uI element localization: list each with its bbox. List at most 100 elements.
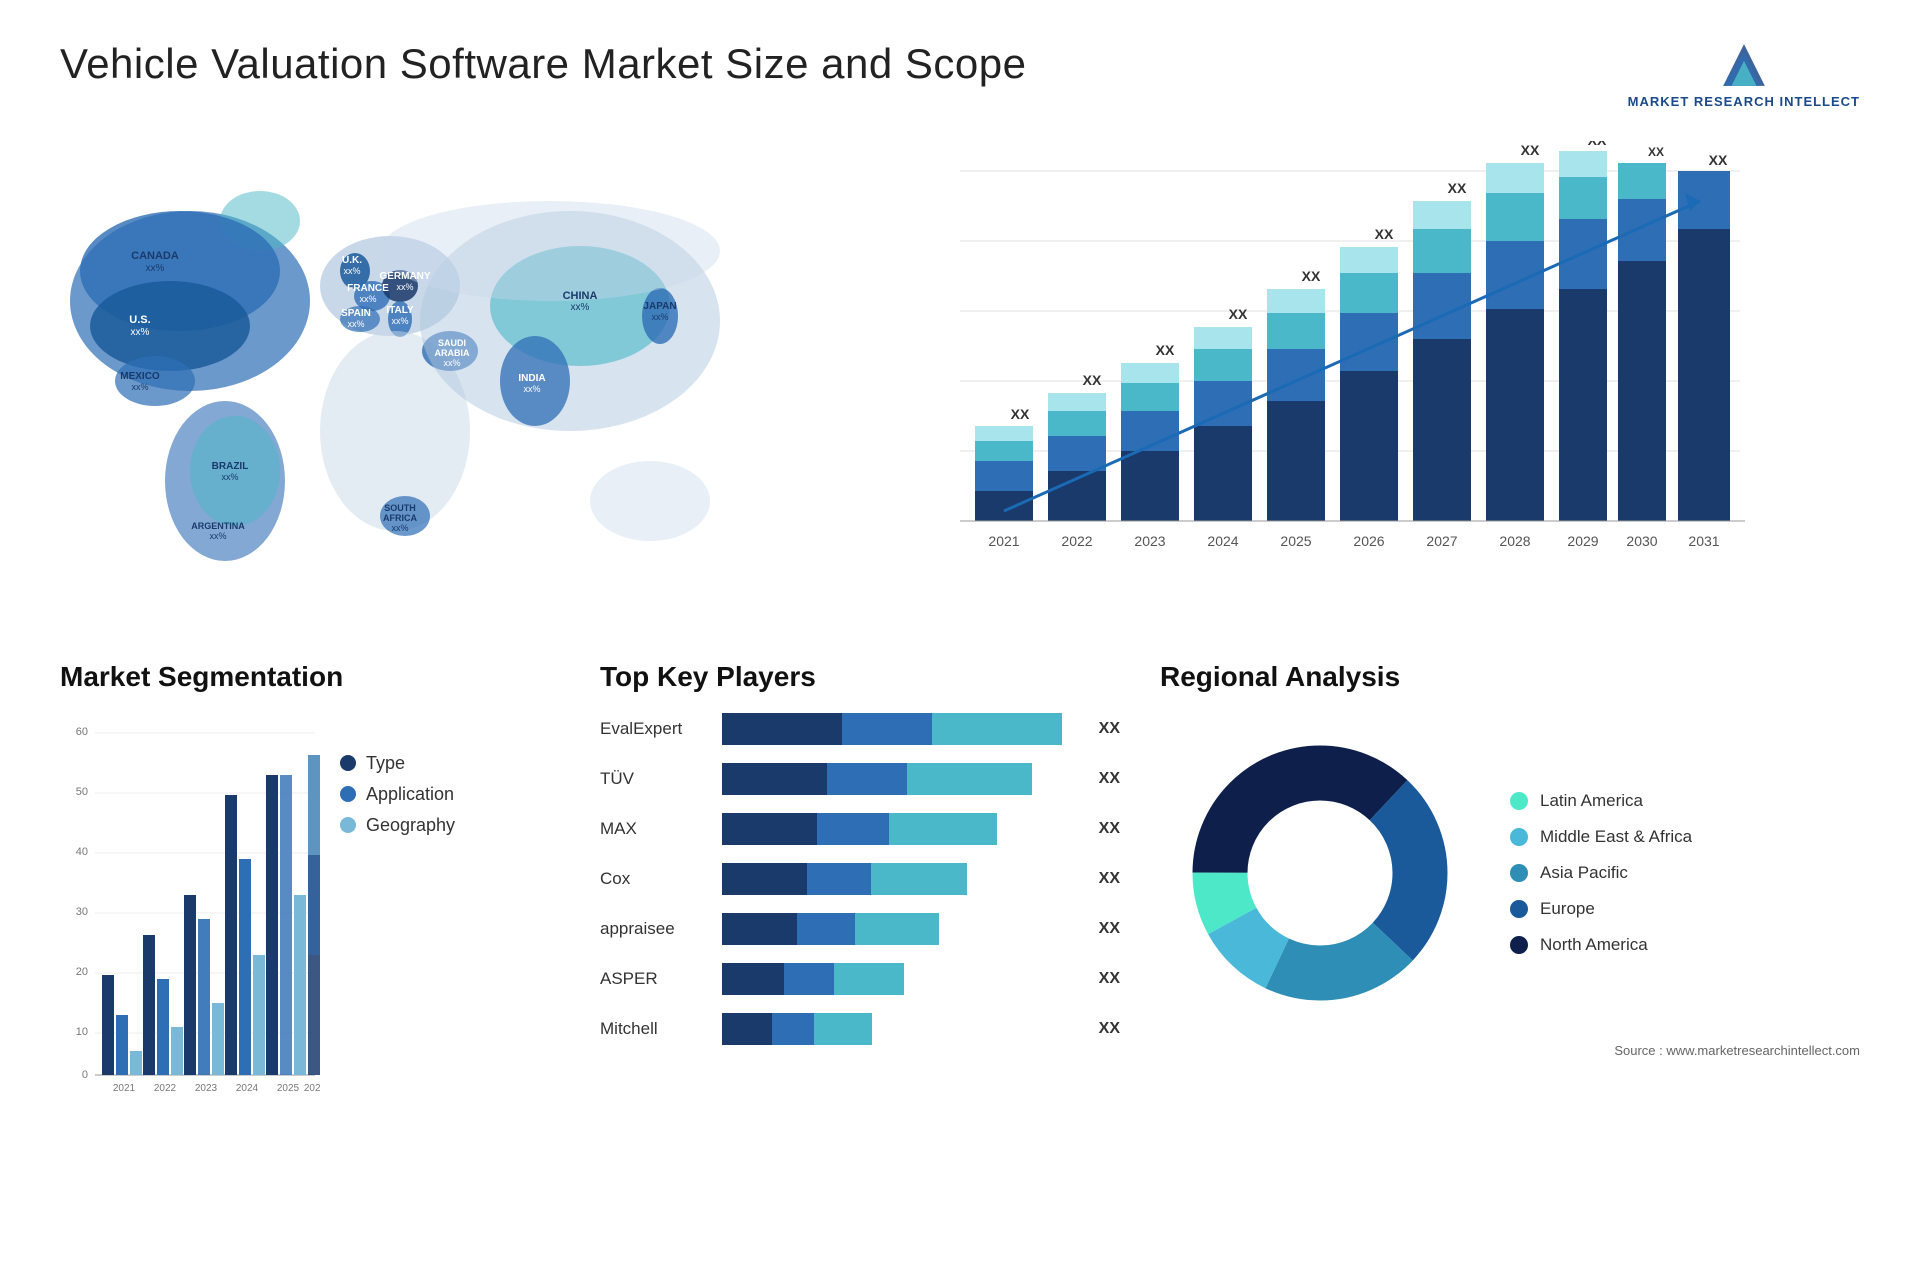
svg-text:CANADA: CANADA <box>131 250 179 262</box>
svg-text:XX: XX <box>1083 372 1102 388</box>
legend-north-america-label: North America <box>1540 935 1648 955</box>
segmentation-chart-svg: 60 50 40 30 20 10 0 <box>60 713 320 1093</box>
svg-text:2022: 2022 <box>154 1083 177 1093</box>
legend-type-dot <box>340 755 356 771</box>
svg-text:2021: 2021 <box>988 533 1019 549</box>
svg-text:40: 40 <box>76 846 88 858</box>
player-bar-dark <box>722 963 784 995</box>
player-bar-light <box>871 863 967 895</box>
legend-middle-east-africa-dot <box>1510 828 1528 846</box>
player-bar-mid <box>807 863 871 895</box>
svg-text:xx%: xx% <box>343 266 360 276</box>
player-bar-container <box>722 813 1079 845</box>
player-name: TÜV <box>600 769 710 789</box>
legend-latin-america: Latin America <box>1510 791 1692 811</box>
legend-type: Type <box>340 753 455 774</box>
player-bar-container <box>722 963 1079 995</box>
svg-text:2025: 2025 <box>277 1083 300 1093</box>
svg-text:2026: 2026 <box>304 1083 320 1093</box>
segmentation-legend: Type Application Geography <box>340 753 455 836</box>
donut-chart-container <box>1160 713 1480 1033</box>
player-name: Mitchell <box>600 1019 710 1039</box>
player-bar-mid <box>842 713 932 745</box>
page: Vehicle Valuation Software Market Size a… <box>0 0 1920 1281</box>
svg-text:JAPAN: JAPAN <box>643 301 676 312</box>
svg-text:xx%: xx% <box>359 294 376 304</box>
player-bar-mid <box>784 963 834 995</box>
svg-text:U.S.: U.S. <box>129 314 150 326</box>
svg-text:xx%: xx% <box>391 316 408 326</box>
svg-text:U.K.: U.K. <box>342 255 362 266</box>
svg-text:2024: 2024 <box>236 1083 259 1093</box>
svg-text:20: 20 <box>76 966 88 978</box>
player-value: XX <box>1099 770 1120 788</box>
regional-title: Regional Analysis <box>1160 661 1860 693</box>
player-value: XX <box>1099 820 1120 838</box>
svg-text:XX: XX <box>1229 306 1248 322</box>
segmentation-section: Market Segmentation 60 50 40 30 20 10 0 <box>60 661 560 1241</box>
player-bar-container <box>722 913 1079 945</box>
source-text: Source : www.marketresearchintellect.com <box>1160 1043 1860 1058</box>
legend-middle-east-africa: Middle East & Africa <box>1510 827 1692 847</box>
svg-text:ARABIA: ARABIA <box>435 348 470 358</box>
svg-text:xx%: xx% <box>651 312 668 322</box>
key-players-title: Top Key Players <box>600 661 1120 693</box>
player-row: MAX XX <box>600 813 1120 845</box>
player-value: XX <box>1099 870 1120 888</box>
legend-asia-pacific-label: Asia Pacific <box>1540 863 1628 883</box>
bar-chart-section: 2021 XX 2022 XX 2023 XX <box>800 141 1860 621</box>
map-section: CANADA xx% U.S. xx% MEXICO xx% BRAZIL xx… <box>60 141 760 621</box>
svg-text:GERMANY: GERMANY <box>379 271 430 282</box>
legend-europe: Europe <box>1510 899 1692 919</box>
player-row: ASPER XX <box>600 963 1120 995</box>
player-row: Mitchell XX <box>600 1013 1120 1045</box>
svg-text:BRAZIL: BRAZIL <box>212 461 249 472</box>
svg-text:2023: 2023 <box>1134 533 1165 549</box>
svg-text:SAUDI: SAUDI <box>438 338 466 348</box>
svg-text:SOUTH: SOUTH <box>384 503 416 513</box>
donut-chart-svg <box>1160 713 1480 1033</box>
svg-text:30: 30 <box>76 906 88 918</box>
regional-container: Latin America Middle East & Africa Asia … <box>1160 713 1860 1033</box>
player-name: appraisee <box>600 919 710 939</box>
player-name: Cox <box>600 869 710 889</box>
player-bar-dark <box>722 1013 772 1045</box>
svg-text:2022: 2022 <box>1061 533 1092 549</box>
player-bar-container <box>722 1013 1079 1045</box>
svg-text:xx%: xx% <box>221 472 238 482</box>
player-row: Cox XX <box>600 863 1120 895</box>
player-value: XX <box>1099 720 1120 738</box>
svg-text:50: 50 <box>76 786 88 798</box>
legend-north-america-dot <box>1510 936 1528 954</box>
player-bar-light <box>889 813 997 845</box>
player-bar-dark <box>722 713 842 745</box>
svg-text:2026: 2026 <box>1353 533 1384 549</box>
svg-text:xx%: xx% <box>131 382 148 392</box>
world-map-container: CANADA xx% U.S. xx% MEXICO xx% BRAZIL xx… <box>60 141 760 601</box>
svg-text:2028: 2028 <box>1499 533 1530 549</box>
svg-text:XX: XX <box>1156 342 1175 358</box>
svg-text:XX: XX <box>1375 226 1394 242</box>
svg-text:FRANCE: FRANCE <box>347 283 389 294</box>
segmentation-title: Market Segmentation <box>60 661 560 693</box>
svg-text:ITALY: ITALY <box>386 305 414 316</box>
svg-text:2025: 2025 <box>1280 533 1311 549</box>
regional-section: Regional Analysis <box>1160 661 1860 1241</box>
svg-text:2023: 2023 <box>195 1083 218 1093</box>
player-bar-light <box>907 763 1032 795</box>
legend-application: Application <box>340 784 455 805</box>
legend-middle-east-africa-label: Middle East & Africa <box>1540 827 1692 847</box>
svg-text:2031: 2031 <box>1688 533 1719 549</box>
svg-text:2024: 2024 <box>1207 533 1238 549</box>
legend-application-label: Application <box>366 784 454 805</box>
player-bar-light <box>932 713 1062 745</box>
svg-text:2030: 2030 <box>1626 533 1657 549</box>
svg-text:2027: 2027 <box>1426 533 1457 549</box>
svg-text:MEXICO: MEXICO <box>120 371 160 382</box>
logo-area: MARKET RESEARCH INTELLECT <box>1628 40 1860 111</box>
player-value: XX <box>1099 970 1120 988</box>
player-bar-dark <box>722 813 817 845</box>
header: Vehicle Valuation Software Market Size a… <box>60 40 1860 111</box>
svg-text:XX: XX <box>1648 145 1664 159</box>
players-list: EvalExpert XX TÜV XX <box>600 713 1120 1045</box>
